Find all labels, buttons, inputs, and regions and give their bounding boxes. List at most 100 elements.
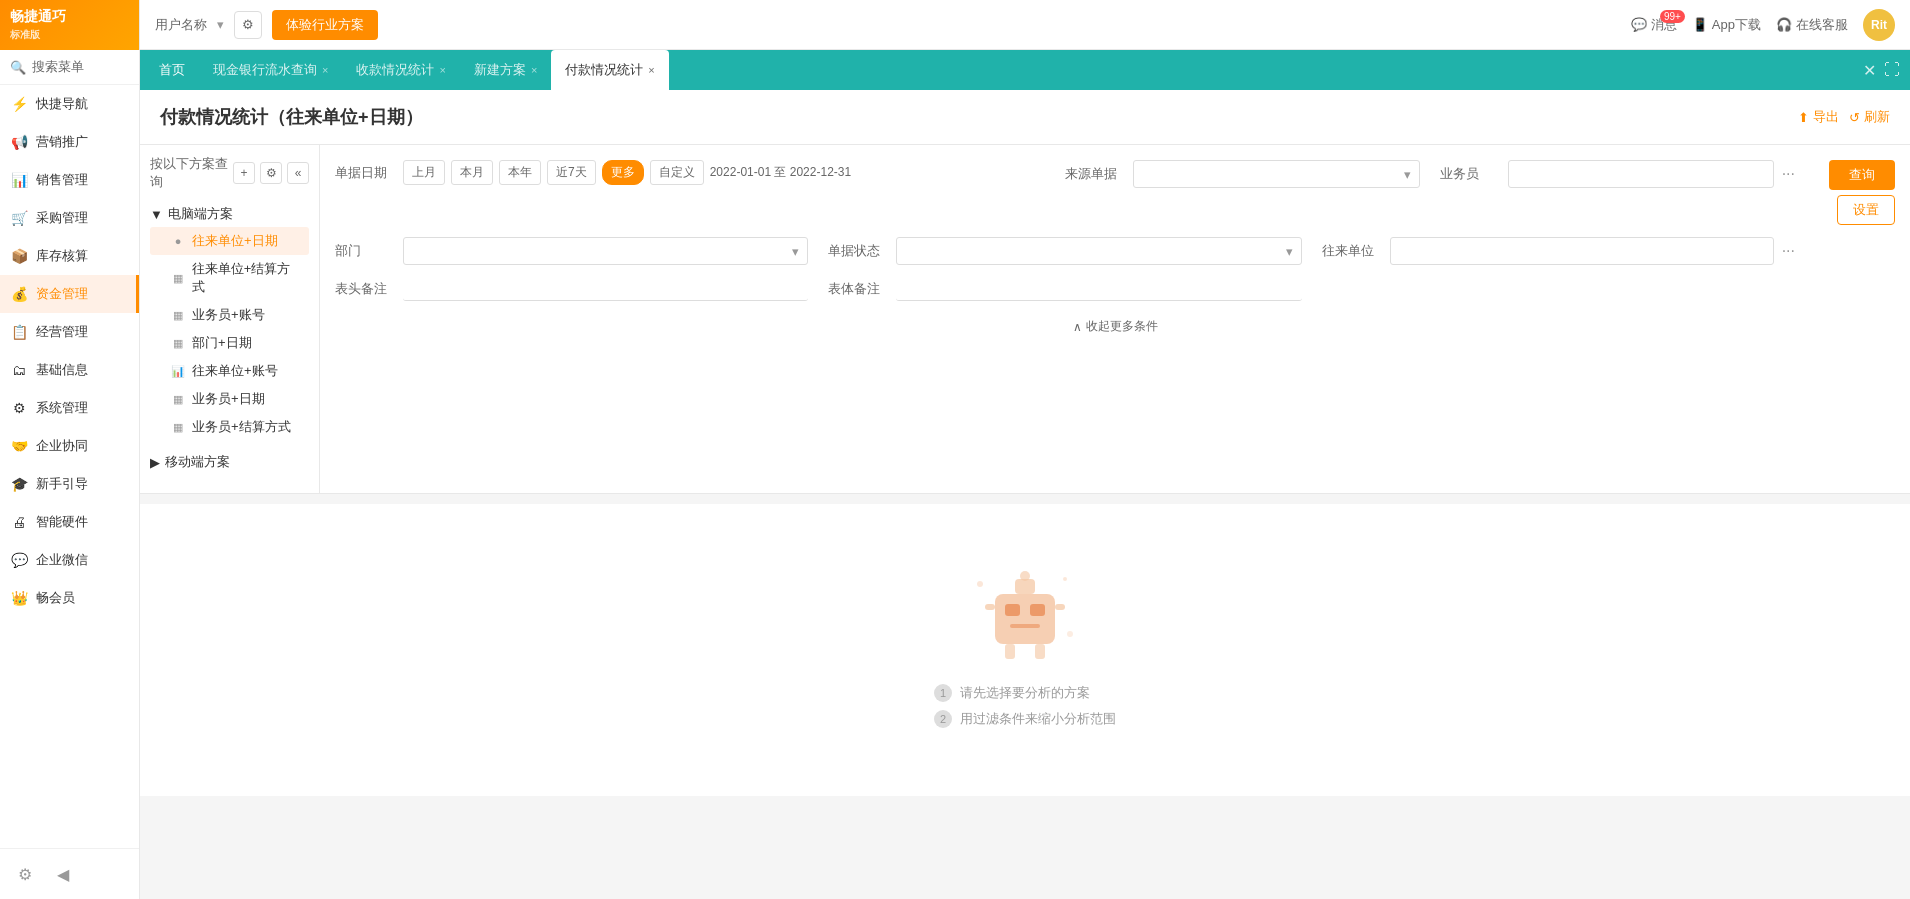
sidebar-item-enterprise[interactable]: 🤝企业协同 [0, 427, 139, 465]
date-this-year[interactable]: 本年 [499, 160, 541, 185]
sidebar-item-quick-nav[interactable]: ⚡快捷导航 [0, 85, 139, 123]
partner-label: 往来单位 [1322, 242, 1382, 260]
salesperson-dots[interactable]: ··· [1782, 165, 1795, 183]
sidebar-item-system[interactable]: ⚙系统管理 [0, 389, 139, 427]
collapse-scheme-btn[interactable]: « [287, 162, 309, 184]
sidebar-item-member[interactable]: 👑畅会员 [0, 579, 139, 617]
online-service-btn[interactable]: 🎧 在线客服 [1776, 16, 1848, 34]
sidebar-item-sales[interactable]: 📊销售管理 [0, 161, 139, 199]
page-actions: ⬆ 导出 ↺ 刷新 [1798, 108, 1890, 126]
tab-close-collection-stats[interactable]: × [439, 64, 445, 76]
settings-gear-icon[interactable]: ⚙ [234, 11, 262, 39]
dept-filter: 部门 ▾ [335, 237, 808, 265]
sidebar-item-fund[interactable]: 💰资金管理 [0, 275, 139, 313]
inventory-icon: 📦 [10, 247, 28, 265]
salesperson-input[interactable] [1508, 160, 1774, 188]
scheme-section-1: ▶移动端方案 [150, 449, 309, 475]
scheme-header: 按以下方案查询 + ⚙ « [150, 155, 309, 191]
sidebar-item-weixin[interactable]: 💬企业微信 [0, 541, 139, 579]
scheme-section-0: ▼电脑端方案●往来单位+日期▦往来单位+结算方式▦业务员+账号▦部门+日期📊往来… [150, 201, 309, 441]
quick-nav-icon: ⚡ [10, 95, 28, 113]
tab-close-payment-stats[interactable]: × [648, 64, 654, 76]
section-arrow-icon-1: ▶ [150, 455, 160, 470]
tab-bar: 首页现金银行流水查询×收款情况统计×新建方案× 付款情况统计 × ✕ ⛶ [140, 50, 1910, 90]
settings-btn[interactable]: 设置 [1837, 195, 1895, 225]
partner-dots[interactable]: ··· [1782, 242, 1795, 260]
user-dropdown-icon[interactable]: ▾ [217, 17, 224, 32]
tab-collection-stats[interactable]: 收款情况统计× [342, 50, 459, 90]
avatar[interactable]: Rit [1863, 9, 1895, 41]
tab-new-scheme[interactable]: 新建方案× [460, 50, 551, 90]
query-btn[interactable]: 查询 [1829, 160, 1895, 190]
sidebar-item-purchase[interactable]: 🛒采购管理 [0, 199, 139, 237]
date-options: 上月 本月 本年 近7天 更多 自定义 2022-01-01 至 2022-12… [403, 160, 851, 185]
close-tab-icon[interactable]: ✕ [1863, 61, 1876, 80]
marketing-icon: 📢 [10, 133, 28, 151]
sidebar-item-marketing[interactable]: 📢营销推广 [0, 123, 139, 161]
export-btn[interactable]: ⬆ 导出 [1798, 108, 1839, 126]
doc-status-select[interactable]: ▾ [896, 237, 1301, 265]
sidebar-item-guide[interactable]: 🎓新手引导 [0, 465, 139, 503]
scheme-sections: ▼电脑端方案●往来单位+日期▦往来单位+结算方式▦业务员+账号▦部门+日期📊往来… [150, 201, 309, 475]
body-note-input[interactable] [896, 277, 1301, 301]
date-more[interactable]: 更多 [602, 160, 644, 185]
trial-btn[interactable]: 体验行业方案 [272, 10, 378, 40]
svg-rect-2 [1030, 604, 1045, 616]
settings-bottom-icon[interactable]: ⚙ [10, 859, 40, 889]
scheme-item-0-4[interactable]: 📊往来单位+账号 [150, 357, 309, 385]
empty-illustration [965, 564, 1085, 664]
sidebar-item-basic-info[interactable]: 🗂基础信息 [0, 351, 139, 389]
scheme-item-0-5[interactable]: ▦业务员+日期 [150, 385, 309, 413]
collapse-sidebar-icon[interactable]: ◀ [48, 859, 78, 889]
scheme-item-0-0[interactable]: ●往来单位+日期 [150, 227, 309, 255]
tab-close-new-scheme[interactable]: × [531, 64, 537, 76]
collapse-chevron-icon: ∧ [1073, 320, 1082, 334]
salesperson-label: 业务员 [1440, 165, 1500, 183]
scheme-header-icons: + ⚙ « [233, 162, 309, 184]
header-note-input[interactable] [403, 277, 808, 301]
scheme-section-title-0[interactable]: ▼电脑端方案 [150, 201, 309, 227]
scheme-gear-btn[interactable]: ⚙ [260, 162, 282, 184]
scheme-item-0-2[interactable]: ▦业务员+账号 [150, 301, 309, 329]
svg-rect-0 [995, 594, 1055, 644]
date-last-month[interactable]: 上月 [403, 160, 445, 185]
sidebar-item-inventory[interactable]: 📦库存核算 [0, 237, 139, 275]
doc-status-filter: 单据状态 ▾ [828, 237, 1301, 265]
dept-select-arrow: ▾ [792, 244, 799, 259]
tabs-container: 首页现金银行流水查询×收款情况统计×新建方案× 付款情况统计 × [145, 50, 669, 90]
sidebar-item-smart-hw[interactable]: 🖨智能硬件 [0, 503, 139, 541]
search-icon: 🔍 [10, 60, 26, 75]
tab-home[interactable]: 首页 [145, 50, 199, 90]
dept-select[interactable]: ▾ [403, 237, 808, 265]
date-custom[interactable]: 自定义 [650, 160, 704, 185]
scheme-item-0-3[interactable]: ▦部门+日期 [150, 329, 309, 357]
messages-btn[interactable]: 💬 消息 99+ [1631, 16, 1677, 34]
partner-input[interactable] [1390, 237, 1774, 265]
add-scheme-btn[interactable]: + [233, 162, 255, 184]
empty-state: 1 请先选择要分析的方案 2 用过滤条件来缩小分析范围 [140, 504, 1910, 796]
tab-close-cash-flow[interactable]: × [322, 64, 328, 76]
top-bar-actions: 💬 消息 99+ 📱 App下载 🎧 在线客服 Rit [1631, 9, 1895, 41]
sidebar-item-operations[interactable]: 📋经营管理 [0, 313, 139, 351]
expand-icon[interactable]: ⛶ [1884, 61, 1900, 79]
tab-label-payment-stats: 付款情况统计 [565, 61, 643, 79]
header-note-label: 表头备注 [335, 280, 395, 298]
scheme-item-0-6[interactable]: ▦业务员+结算方式 [150, 413, 309, 441]
svg-point-11 [1063, 577, 1067, 581]
sidebar: 畅捷通巧 标准版 🔍 搜索菜单 ⚡快捷导航📢营销推广📊销售管理🛒采购管理📦库存核… [0, 0, 140, 899]
logo-text: 畅捷通巧 [10, 8, 66, 26]
date-7days[interactable]: 近7天 [547, 160, 596, 185]
app-download-btn[interactable]: 📱 App下载 [1692, 16, 1761, 34]
scheme-item-0-1[interactable]: ▦往来单位+结算方式 [150, 255, 309, 301]
scheme-section-title-1[interactable]: ▶移动端方案 [150, 449, 309, 475]
date-this-month[interactable]: 本月 [451, 160, 493, 185]
source-select-arrow: ▾ [1404, 167, 1411, 182]
source-select[interactable]: ▾ [1133, 160, 1420, 188]
refresh-btn[interactable]: ↺ 刷新 [1849, 108, 1890, 126]
tab-payment-stats[interactable]: 付款情况统计 × [551, 50, 668, 90]
search-menu[interactable]: 🔍 搜索菜单 [0, 50, 139, 85]
tab-cash-flow[interactable]: 现金银行流水查询× [199, 50, 342, 90]
operations-icon: 📋 [10, 323, 28, 341]
collapse-btn[interactable]: ∧ 收起更多条件 [1068, 313, 1163, 340]
partner-filter: 往来单位 ··· [1322, 237, 1795, 265]
